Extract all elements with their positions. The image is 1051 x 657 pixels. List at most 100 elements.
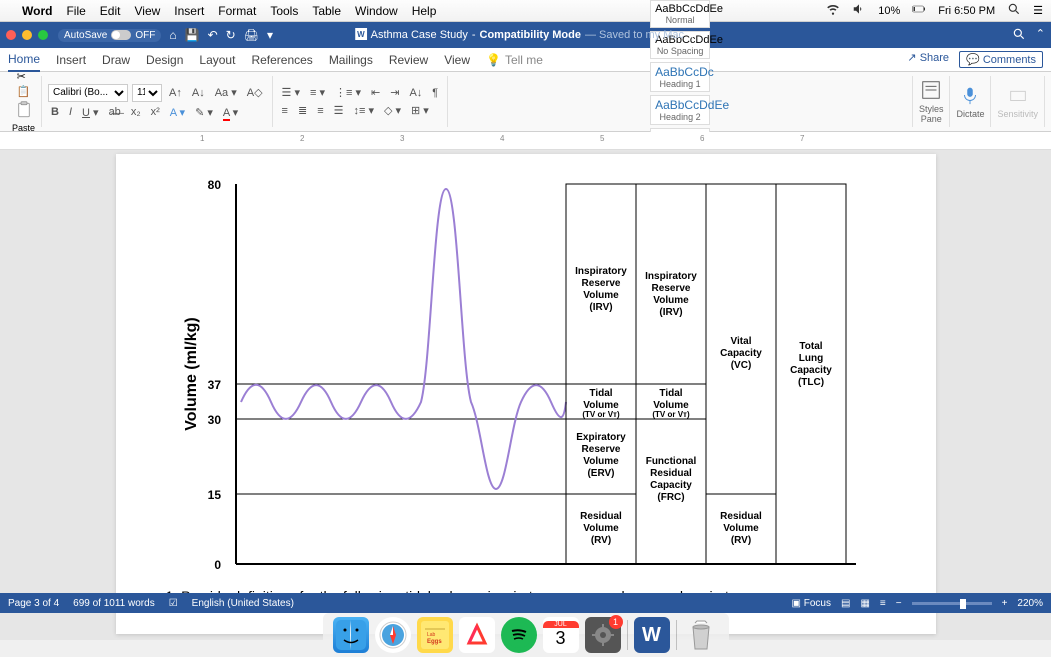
wifi-icon[interactable] — [826, 2, 840, 19]
style-heading1[interactable]: AaBbCcDcHeading 1 — [650, 62, 710, 92]
qat-more-icon[interactable]: ▾ — [267, 28, 273, 42]
volume-icon[interactable] — [852, 2, 866, 19]
menu-tools[interactable]: Tools — [270, 4, 298, 18]
word-count[interactable]: 699 of 1011 words — [73, 598, 155, 609]
save-icon[interactable]: 💾 — [185, 28, 200, 42]
tab-mailings[interactable]: Mailings — [329, 53, 373, 67]
font-name-select[interactable]: Calibri (Bo... — [48, 84, 128, 102]
indent-left-icon[interactable]: ⇤ — [368, 85, 383, 100]
menu-view[interactable]: View — [134, 4, 160, 18]
ribbon-collapse-icon[interactable]: ⌃ — [1036, 27, 1045, 44]
sensitivity-button[interactable]: Sensitivity — [991, 76, 1045, 127]
bullets-icon[interactable]: ☰ ▾ — [279, 85, 303, 100]
tab-home[interactable]: Home — [8, 48, 40, 72]
app-name[interactable]: Word — [22, 4, 52, 18]
maximize-icon[interactable] — [38, 30, 48, 40]
shrink-font-icon[interactable]: A↓ — [189, 86, 208, 100]
clock[interactable]: Fri 6:50 PM — [938, 5, 995, 17]
borders-icon[interactable]: ⊞ ▾ — [408, 103, 432, 118]
line-spacing-icon[interactable]: ↕≡ ▾ — [350, 103, 377, 118]
pilcrow-icon[interactable]: ¶ — [429, 86, 441, 100]
minimize-icon[interactable] — [22, 30, 32, 40]
control-center-icon[interactable]: ☰ — [1033, 4, 1043, 17]
autosave-toggle[interactable]: AutoSave OFF — [58, 29, 161, 42]
dock-safari[interactable] — [375, 617, 411, 653]
document-area[interactable]: 80 37 30 15 0 Volume (ml/kg) Inspiratory — [0, 150, 1051, 640]
change-case-icon[interactable]: Aa ▾ — [212, 85, 240, 100]
tab-insert[interactable]: Insert — [56, 53, 86, 67]
tab-design[interactable]: Design — [146, 53, 183, 67]
undo-icon[interactable]: ↶ — [208, 28, 218, 42]
menu-edit[interactable]: Edit — [100, 4, 121, 18]
dock-trash[interactable] — [683, 617, 719, 653]
share-button[interactable]: ↗ Share — [907, 51, 949, 68]
dock-settings[interactable]: 1 — [585, 617, 621, 653]
print-icon[interactable]: 🖨 — [244, 28, 259, 42]
menu-window[interactable]: Window — [355, 4, 398, 18]
menu-help[interactable]: Help — [412, 4, 437, 18]
dock-finder[interactable] — [333, 617, 369, 653]
justify-icon[interactable]: ☰ — [331, 103, 347, 118]
close-icon[interactable] — [6, 30, 16, 40]
focus-mode[interactable]: ▣ Focus — [792, 598, 831, 609]
zoom-out-icon[interactable]: − — [896, 598, 902, 609]
page-indicator[interactable]: Page 3 of 4 — [8, 598, 59, 609]
web-layout-icon[interactable]: ▦ — [860, 598, 869, 609]
menu-insert[interactable]: Insert — [174, 4, 204, 18]
superscript-button[interactable]: x² — [148, 105, 163, 119]
indent-right-icon[interactable]: ⇥ — [387, 85, 402, 100]
text-effects-icon[interactable]: A ▾ — [167, 105, 188, 120]
sort-icon[interactable]: A↓ — [406, 86, 425, 100]
style-heading2[interactable]: AaBbCcDdEeHeading 2 — [650, 95, 710, 125]
dock-spotify[interactable] — [501, 617, 537, 653]
redo-icon[interactable]: ↻ — [226, 28, 236, 42]
tell-me[interactable]: 💡 Tell me — [486, 53, 543, 67]
zoom-slider[interactable] — [912, 602, 992, 605]
dock-calendar[interactable]: JUL 3 — [543, 617, 579, 653]
font-color-icon[interactable]: A ▾ — [220, 105, 241, 120]
search-icon[interactable] — [1007, 2, 1021, 19]
style-normal[interactable]: AaBbCcDdEeNormal — [650, 0, 710, 28]
home-icon[interactable]: ⌂ — [169, 28, 176, 42]
align-right-icon[interactable]: ≡ — [314, 104, 326, 118]
tab-layout[interactable]: Layout — [199, 53, 235, 67]
numbering-icon[interactable]: ≡ ▾ — [307, 85, 328, 100]
zoom-in-icon[interactable]: + — [1002, 598, 1008, 609]
multilevel-icon[interactable]: ⋮≡ ▾ — [332, 85, 364, 100]
strike-button[interactable]: a̶b̶ — [106, 105, 124, 119]
print-layout-icon[interactable]: ▤ — [841, 598, 850, 609]
language-indicator[interactable]: English (United States) — [192, 598, 294, 609]
paste-icon[interactable] — [15, 100, 33, 123]
dock-notes[interactable]: LabEggs — [417, 617, 453, 653]
copy-icon[interactable]: 📋 — [17, 85, 31, 98]
highlight-icon[interactable]: ✎ ▾ — [192, 105, 216, 120]
font-size-select[interactable]: 11 — [132, 84, 162, 102]
zoom-level[interactable]: 220% — [1017, 598, 1043, 609]
chevron-down-icon[interactable]: ⌵ — [688, 29, 696, 42]
dictate-button[interactable]: Dictate — [950, 76, 991, 127]
align-left-icon[interactable]: ≡ — [279, 104, 291, 118]
toggle-icon[interactable] — [111, 30, 131, 40]
comments-button[interactable]: 💬 Comments — [959, 51, 1043, 68]
tab-draw[interactable]: Draw — [102, 53, 130, 67]
page[interactable]: 80 37 30 15 0 Volume (ml/kg) Inspiratory — [116, 154, 936, 634]
menu-format[interactable]: Format — [218, 4, 256, 18]
ruler[interactable]: 1 2 3 4 5 6 7 — [0, 132, 1051, 150]
underline-button[interactable]: U ▾ — [79, 105, 102, 120]
spell-check-icon[interactable]: ☑ — [169, 598, 178, 609]
menu-table[interactable]: Table — [312, 4, 341, 18]
tab-review[interactable]: Review — [389, 53, 428, 67]
menu-file[interactable]: File — [66, 4, 85, 18]
cut-icon[interactable]: ✂ — [17, 70, 31, 83]
italic-button[interactable]: I — [66, 105, 75, 119]
subscript-button[interactable]: x₂ — [128, 105, 144, 119]
tab-view[interactable]: View — [444, 53, 470, 67]
tab-references[interactable]: References — [251, 53, 312, 67]
titlebar-search-icon[interactable] — [1012, 27, 1026, 44]
bold-button[interactable]: B — [48, 105, 62, 119]
clear-format-icon[interactable]: A◇ — [244, 85, 266, 100]
window-controls[interactable] — [6, 30, 48, 40]
grow-font-icon[interactable]: A↑ — [166, 86, 185, 100]
dock-news[interactable] — [459, 617, 495, 653]
outline-icon[interactable]: ≡ — [880, 598, 886, 609]
